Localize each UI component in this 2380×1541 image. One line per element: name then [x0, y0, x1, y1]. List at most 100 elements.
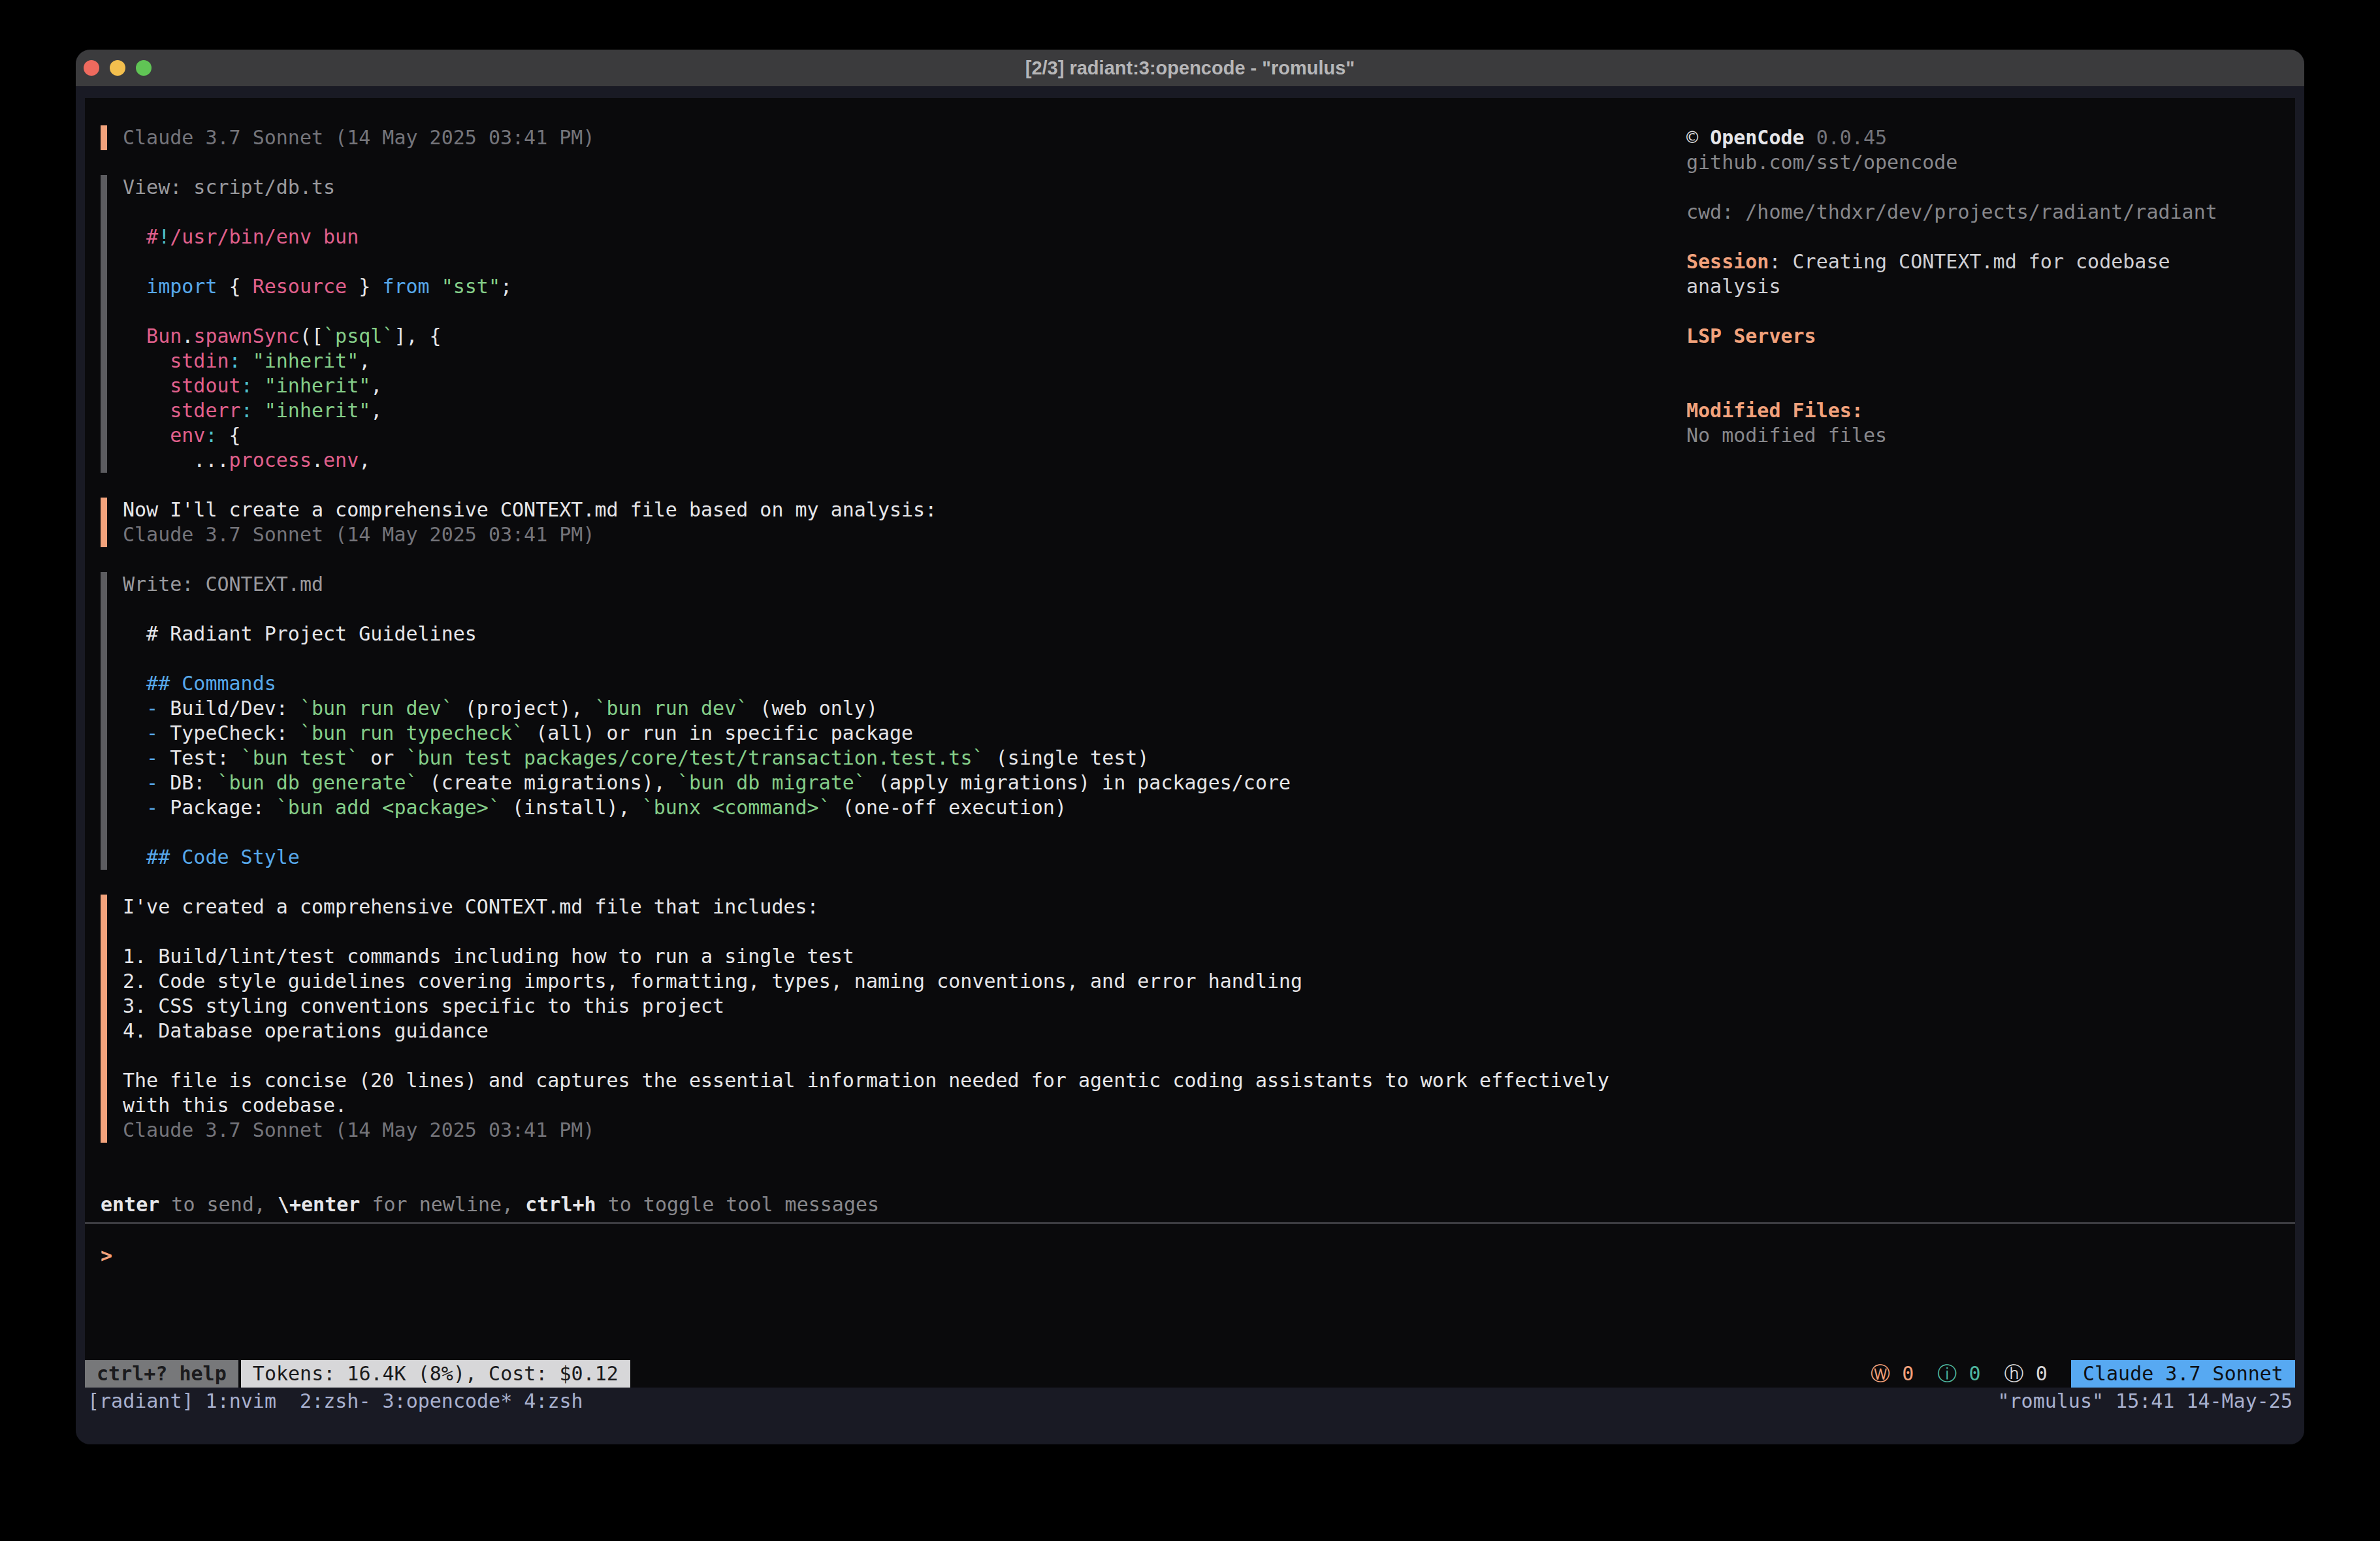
text-segment: Write: CONTEXT.md [123, 573, 323, 596]
text-segment: ctrl+h [525, 1193, 596, 1216]
text-segment: stderr [123, 399, 241, 422]
message-accent-bar [101, 895, 107, 1143]
text-segment: Resource [253, 275, 347, 298]
text-segment: . [312, 449, 323, 471]
text-segment: (create migrations), [418, 771, 677, 794]
text-line: 4. Database operations guidance [123, 1019, 1609, 1043]
text-line: stdout: "inherit", [123, 373, 512, 398]
titlebar: [2/3] radiant:3:opencode - "romulus" [76, 50, 2304, 86]
text-segment: 4. Database operations guidance [123, 1019, 489, 1042]
text-segment: (project), [453, 697, 595, 720]
text-segment: { [217, 275, 253, 298]
text-segment: `bunx <command>` [642, 796, 831, 819]
text-line: Write: CONTEXT.md [123, 572, 1291, 597]
text-segment: 3. CSS styling conventions specific to t… [123, 994, 724, 1017]
minimize-button[interactable] [110, 60, 125, 76]
text-line: Modified Files: [1686, 398, 2274, 423]
text-line: Claude 3.7 Sonnet (14 May 2025 03:41 PM) [123, 1118, 1609, 1143]
text-segment: ## Commands [123, 672, 276, 695]
text-segment: (web only) [748, 697, 878, 720]
text-segment: "sst" [442, 275, 500, 298]
text-segment: stdout [123, 374, 241, 397]
terminal-body: Claude 3.7 Sonnet (14 May 2025 03:41 PM)… [76, 86, 2304, 1444]
tmux-windows[interactable]: [radiant] 1:nvim 2:zsh- 3:opencode* 4:zs… [88, 1388, 583, 1415]
text-segment: process [229, 449, 312, 471]
message-block: I've created a comprehensive CONTEXT.md … [101, 895, 1668, 1143]
text-line: Claude 3.7 Sonnet (14 May 2025 03:41 PM) [123, 522, 937, 547]
text-segment: Creating CONTEXT.md for codebase [1793, 250, 2170, 273]
text-segment: (all) or run in specific package [524, 722, 913, 744]
text-segment: enter [101, 1193, 159, 1216]
text-segment: spawnSync [193, 325, 300, 347]
text-segment: env [123, 424, 205, 447]
text-segment: "inherit" [265, 374, 371, 397]
opencode-pane: Claude 3.7 Sonnet (14 May 2025 03:41 PM)… [85, 98, 2295, 1388]
text-segment: 0.0.45 [1805, 126, 1887, 149]
text-segment: © [1686, 126, 1710, 149]
text-segment: Bun [123, 325, 182, 347]
text-line: - Build/Dev: `bun run dev` (project), `b… [123, 696, 1291, 721]
text-line [123, 597, 1291, 622]
text-line [123, 820, 1291, 845]
text-segment: `bun run dev` [300, 697, 453, 720]
text-segment: , [370, 374, 382, 397]
text-segment: ! [158, 225, 170, 248]
text-segment: analysis [1686, 275, 1781, 298]
text-segment: "inherit" [253, 349, 359, 372]
text-segment: DB: [158, 771, 217, 794]
text-segment: `psql` [323, 325, 394, 347]
message-content: View: script/db.ts #!/usr/bin/env bun im… [123, 175, 512, 473]
text-segment: /usr/bin/env bun [170, 225, 359, 248]
text-segment: "inherit" [265, 399, 371, 422]
text-line: analysis [1686, 274, 2274, 299]
text-line: ## Code Style [123, 845, 1291, 870]
message-accent-bar [101, 175, 107, 473]
text-segment: ; [500, 275, 512, 298]
text-line [123, 200, 512, 225]
text-line: env: { [123, 423, 512, 448]
prompt-row[interactable]: > [85, 1243, 2295, 1268]
text-line: stdin: "inherit", [123, 349, 512, 373]
model-chip: Claude 3.7 Sonnet [2071, 1360, 2295, 1388]
text-segment: Package: [158, 796, 276, 819]
message-block: Write: CONTEXT.md # Radiant Project Guid… [101, 572, 1668, 870]
message-content: I've created a comprehensive CONTEXT.md … [123, 895, 1609, 1143]
close-button[interactable] [84, 60, 99, 76]
message-block: Now I'll create a comprehensive CONTEXT.… [101, 498, 1668, 547]
text-line: LSP Servers [1686, 324, 2274, 349]
text-segment: , [359, 349, 370, 372]
text-segment: View: script/db.ts [123, 176, 335, 199]
diagnostic-badge-light: ⓗ 0 [2004, 1360, 2071, 1388]
text-line: - DB: `bun db generate` (create migratio… [123, 770, 1291, 795]
text-segment: `bun run dev` [595, 697, 748, 720]
text-segment: `bun test packages/core/test/transaction… [406, 746, 984, 769]
text-segment: LSP Servers [1686, 325, 1816, 347]
text-segment: `bun db migrate` [677, 771, 866, 794]
text-line [123, 919, 1609, 944]
text-line: 1. Build/lint/test commands including ho… [123, 944, 1609, 969]
text-line: #!/usr/bin/env bun [123, 225, 512, 249]
message-content: Now I'll create a comprehensive CONTEXT.… [123, 498, 937, 547]
tokens-chip: Tokens: 16.4K (8%), Cost: $0.12 [241, 1360, 630, 1388]
zoom-button[interactable] [136, 60, 152, 76]
input-separator [85, 1222, 2295, 1224]
text-segment: ## Code Style [123, 846, 300, 868]
text-segment: `bun add <package>` [276, 796, 500, 819]
text-segment: \+enter [278, 1193, 360, 1216]
text-segment: (single test) [984, 746, 1150, 769]
text-segment: - [123, 771, 158, 794]
text-line: 3. CSS styling conventions specific to t… [123, 994, 1609, 1019]
text-line [1686, 175, 2274, 200]
text-line: # Radiant Project Guidelines [123, 622, 1291, 646]
text-segment: TypeCheck: [158, 722, 300, 744]
text-line: Claude 3.7 Sonnet (14 May 2025 03:41 PM) [123, 125, 594, 150]
text-line: ## Commands [123, 671, 1291, 696]
text-segment: 2. Code style guidelines covering import… [123, 970, 1302, 993]
text-line [1686, 349, 2274, 373]
text-segment: - [123, 746, 158, 769]
text-line [123, 1043, 1609, 1068]
text-segment: Claude 3.7 Sonnet (14 May 2025 03:41 PM) [123, 126, 594, 149]
text-segment [253, 374, 265, 397]
terminal-window: [2/3] radiant:3:opencode - "romulus" Cla… [76, 50, 2304, 1444]
text-segment: Session [1686, 250, 1769, 273]
